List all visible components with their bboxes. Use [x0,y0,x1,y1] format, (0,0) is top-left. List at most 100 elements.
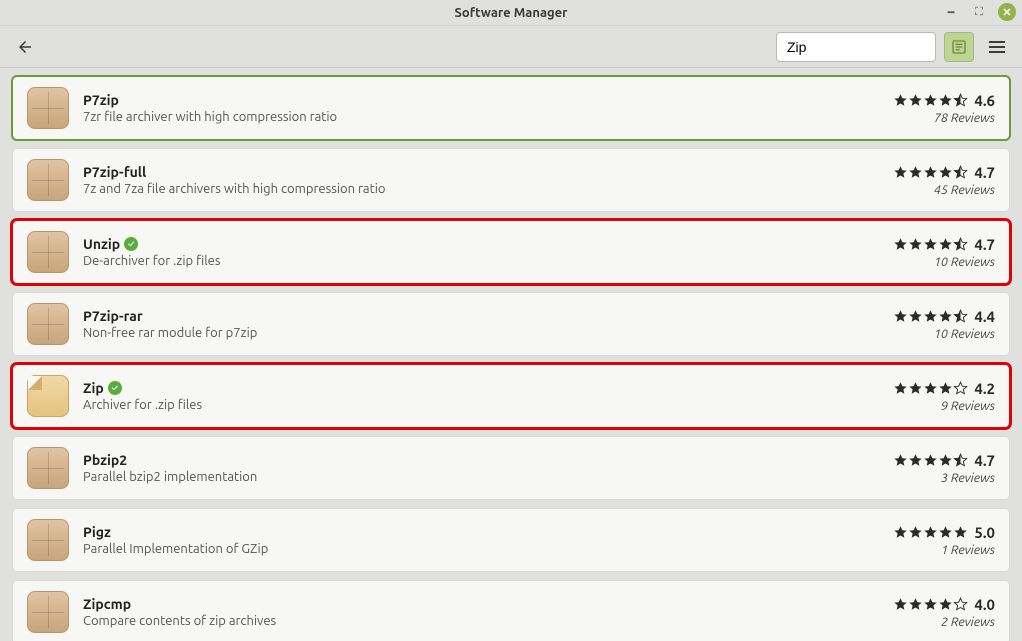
close-button[interactable]: ✕ [998,3,1016,21]
review-count: 1 Reviews [893,543,995,557]
star-icon [908,93,923,108]
star-icon [938,525,953,540]
star-icon [908,597,923,612]
app-info: Zipcmp Compare contents of zip archives [83,596,893,628]
app-name: Zipcmp [83,596,893,612]
rating-score: 4.7 [974,452,995,469]
app-info: Pigz Parallel Implementation of GZip [83,524,893,556]
star-icon [893,453,908,468]
star-icon [908,525,923,540]
star-icon [953,309,968,324]
star-icon [953,525,968,540]
app-info: P7zip7zr file archiver with high compres… [83,92,893,124]
review-count: 9 Reviews [893,399,995,413]
review-count: 78 Reviews [893,111,995,125]
app-rating: 4.02 Reviews [893,596,995,629]
flatpak-button[interactable] [944,32,974,62]
star-icon [938,381,953,396]
star-icon [893,381,908,396]
package-icon [27,519,69,561]
app-info: P7zip-full7z and 7za file archivers with… [83,164,893,196]
star-icon [923,525,938,540]
app-name: Pbzip2 [83,452,893,468]
rating-score: 4.7 [974,236,995,253]
search-box[interactable] [776,32,936,62]
app-row[interactable]: Zip✓ Archiver for .zip files 4.2 9 Reviews [12,364,1010,428]
app-row[interactable]: P7zip-rarNon-free rar module for p7zip 4.… [12,292,1010,356]
star-icon [908,237,923,252]
star-icon [893,93,908,108]
app-rating: 4.710 Reviews [893,236,995,269]
installed-check-icon: ✓ [108,381,122,395]
app-rating: 5.0 1 Reviews [893,524,995,557]
package-icon [27,447,69,489]
app-description: Archiver for .zip files [83,398,893,412]
star-icon [953,165,968,180]
star-icon [953,237,968,252]
menu-button[interactable] [982,32,1012,62]
star-icon [938,93,953,108]
back-button[interactable] [10,32,40,62]
app-row[interactable]: Pbzip2 Parallel bzip2 implementation 4.7 3 … [12,436,1010,500]
star-icon [893,165,908,180]
rating-score: 5.0 [974,524,995,541]
star-icon [923,165,938,180]
app-row[interactable]: P7zip7zr file archiver with high compres… [12,76,1010,140]
app-info: P7zip-rarNon-free rar module for p7zip [83,308,893,340]
maximize-icon: ⛶ [975,6,983,19]
star-icon [923,309,938,324]
app-description: Parallel Implementation of GZip [83,542,893,556]
app-description: Non-free rar module for p7zip [83,326,893,340]
app-name: Zip✓ [83,380,893,396]
star-icon [893,309,908,324]
app-row[interactable]: Unzip✓De-archiver for .zip files4.710 Re… [12,220,1010,284]
app-rating: 4.745 Reviews [893,164,995,197]
back-arrow-icon [16,38,34,56]
star-icon [893,237,908,252]
app-description: Parallel bzip2 implementation [83,470,893,484]
app-info: Unzip✓De-archiver for .zip files [83,236,893,268]
star-icon [953,93,968,108]
package-icon [27,159,69,201]
toolbar [0,26,1022,68]
app-description: Compare contents of zip archives [83,614,893,628]
rating-score: 4.2 [974,380,995,397]
app-name: Pigz [83,524,893,540]
titlebar: Software Manager ━ ⛶ ✕ [0,0,1022,26]
review-count: 3 Reviews [893,471,995,485]
package-icon [27,303,69,345]
app-row[interactable]: ZipcmpCompare contents of zip archives4.… [12,580,1010,641]
rating-score: 4.4 [974,308,995,325]
star-icon [923,597,938,612]
star-icon [893,525,908,540]
star-icon [938,597,953,612]
app-rating: 4.678 Reviews [893,92,995,125]
star-icon [953,597,968,612]
star-icon [893,597,908,612]
window-controls: ━ ⛶ ✕ [942,3,1016,21]
review-count: 10 Reviews [893,327,995,341]
star-icon [938,237,953,252]
app-info: Zip✓ Archiver for .zip files [83,380,893,412]
star-icon [908,165,923,180]
app-list: P7zip7zr file archiver with high compres… [0,68,1022,641]
star-icon [923,381,938,396]
app-row[interactable]: P7zip-full7z and 7za file archivers with… [12,148,1010,212]
star-icon [938,309,953,324]
star-icon [908,309,923,324]
star-icon [923,237,938,252]
minimize-button[interactable]: ━ [942,3,960,21]
app-row[interactable]: Pigz Parallel Implementation of GZip 5.0 1 … [12,508,1010,572]
close-icon: ✕ [1002,6,1011,19]
star-icon [908,381,923,396]
app-rating: 4.7 3 Reviews [893,452,995,485]
package-icon [27,591,69,633]
app-name: P7zip [83,92,893,108]
star-icon [908,453,923,468]
rating-score: 4.0 [974,596,995,613]
star-icon [953,453,968,468]
hamburger-icon [989,41,1005,53]
star-icon [953,381,968,396]
star-icon [923,93,938,108]
maximize-button[interactable]: ⛶ [970,3,988,21]
